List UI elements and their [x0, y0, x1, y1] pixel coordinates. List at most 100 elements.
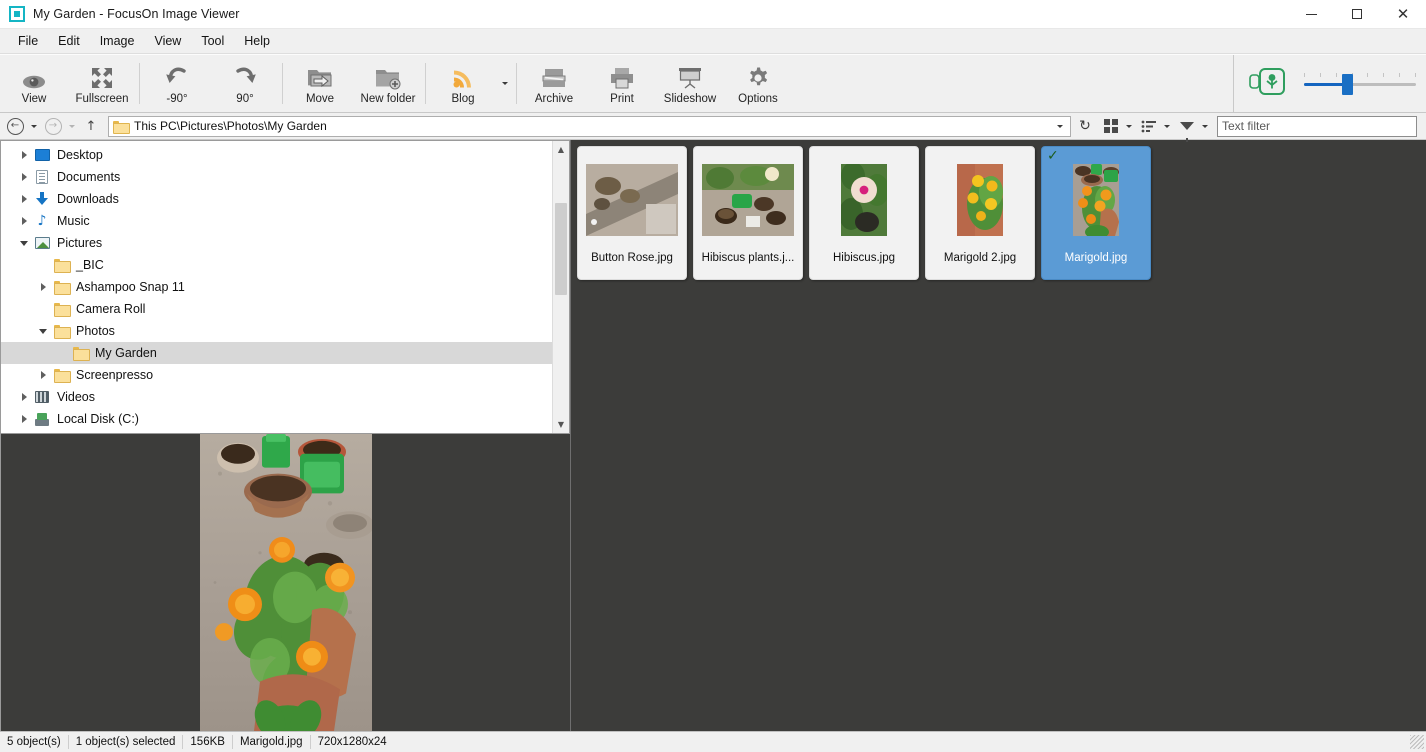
toolbar-separator-4 [516, 63, 517, 104]
print-button[interactable]: Print [588, 55, 656, 112]
status-selected-count: 1 object(s) selected [69, 732, 183, 752]
view-mode-dropdown[interactable] [1123, 115, 1135, 137]
folder-icon [52, 367, 70, 383]
tree-item-screenpresso[interactable]: Screenpresso [1, 364, 552, 386]
thumbnail-item[interactable]: ✓ Marigold.jpg [1041, 146, 1151, 280]
tree-item-label: Downloads [57, 192, 119, 206]
filter-button[interactable] [1175, 115, 1199, 138]
funnel-filter-icon [1180, 122, 1194, 130]
sort-dropdown[interactable] [1161, 115, 1173, 137]
tree-scrollbar[interactable]: ▲ ▼ [552, 141, 569, 433]
close-button[interactable]: ✕ [1380, 0, 1426, 29]
sort-button[interactable] [1137, 115, 1161, 138]
refresh-icon: ↻ [1079, 119, 1091, 133]
chevron-right-icon[interactable] [34, 371, 52, 379]
thumbnail-grid[interactable]: Button Rose.jpg Hibiscus plants.j... Hib… [570, 140, 1426, 731]
thumbnail-item[interactable]: Button Rose.jpg [577, 146, 687, 280]
chevron-right-icon[interactable] [15, 173, 33, 181]
tree-item-downloads[interactable]: Downloads [1, 188, 552, 210]
blog-dropdown-button[interactable] [497, 55, 513, 112]
chevron-right-icon[interactable] [15, 195, 33, 203]
tree-item-photos[interactable]: Photos [1, 320, 552, 342]
folder-tree: DesktopDocuments Downloads ♪Music Pictures _… [1, 141, 552, 433]
flower-size-icon[interactable] [1248, 66, 1292, 101]
thumbnail-item[interactable]: Hibiscus plants.j... [693, 146, 803, 280]
tree-item-desktop[interactable]: Desktop [1, 144, 552, 166]
tree-item-ashampoo-snap-11[interactable]: Ashampoo Snap 11 [1, 276, 552, 298]
chevron-down-icon[interactable] [34, 329, 52, 334]
filter-dropdown[interactable] [1199, 115, 1211, 137]
fullscreen-button[interactable]: Fullscreen [68, 55, 136, 112]
window-controls: ✕ [1288, 0, 1426, 29]
menu-help[interactable]: Help [234, 31, 280, 51]
tree-item-camera-roll[interactable]: Camera Roll [1, 298, 552, 320]
rotate-left-button[interactable]: -90° [143, 55, 211, 112]
downloads-icon [33, 191, 51, 207]
path-dropdown-button[interactable] [1052, 125, 1068, 128]
thumbnail-image [586, 154, 678, 246]
new-folder-button[interactable]: New folder [354, 55, 422, 112]
resize-grip[interactable] [1410, 735, 1424, 749]
thumbnail-image [702, 154, 794, 246]
minimize-button[interactable] [1288, 0, 1334, 29]
tree-item-documents[interactable]: Documents [1, 166, 552, 188]
menu-tool[interactable]: Tool [191, 31, 234, 51]
thumbnail-item[interactable]: Marigold 2.jpg [925, 146, 1035, 280]
rss-icon [451, 64, 475, 90]
path-combobox[interactable]: This PC\Pictures\Photos\My Garden [108, 116, 1071, 137]
forward-history-dropdown[interactable] [66, 115, 78, 137]
new-folder-label: New folder [361, 93, 416, 105]
tree-item-label: Screenpresso [76, 368, 153, 382]
chevron-down-icon [502, 82, 508, 85]
tree-item-local-disk-c[interactable]: Local Disk (C:) [1, 408, 552, 430]
thumbnail-label: Hibiscus plants.j... [702, 252, 795, 264]
chevron-right-icon[interactable] [15, 393, 33, 401]
up-button[interactable]: ↑ [80, 115, 102, 137]
grid-view-button[interactable] [1099, 115, 1123, 138]
back-button[interactable]: ← [4, 115, 26, 137]
archive-button[interactable]: Archive [520, 55, 588, 112]
blog-button[interactable]: Blog [429, 55, 497, 112]
tree-item-label: Ashampoo Snap 11 [76, 280, 185, 294]
scroll-up-button[interactable]: ▲ [553, 141, 569, 158]
tree-item-pictures[interactable]: Pictures [1, 232, 552, 254]
archive-icon [541, 64, 567, 90]
filter-control [1175, 115, 1211, 138]
refresh-button[interactable]: ↻ [1073, 115, 1097, 138]
slider-thumb[interactable] [1342, 74, 1353, 95]
thumbnail-item[interactable]: Hibiscus.jpg [809, 146, 919, 280]
view-button[interactable]: View [0, 55, 68, 112]
menu-image[interactable]: Image [90, 31, 145, 51]
scroll-down-button[interactable]: ▼ [553, 416, 569, 433]
menu-file[interactable]: File [8, 31, 48, 51]
status-object-count: 5 object(s) [0, 732, 68, 752]
chevron-down-icon [1202, 125, 1208, 128]
move-button[interactable]: Move [286, 55, 354, 112]
rotate-left-icon [164, 64, 190, 90]
chevron-right-icon[interactable] [15, 415, 33, 423]
menu-edit[interactable]: Edit [48, 31, 90, 51]
back-history-dropdown[interactable] [28, 115, 40, 137]
printer-icon [609, 64, 635, 90]
tree-item-my-garden[interactable]: My Garden [1, 342, 552, 364]
tree-item-videos[interactable]: Videos [1, 386, 552, 408]
forward-button[interactable]: → [42, 115, 64, 137]
chevron-right-icon[interactable] [15, 217, 33, 225]
rotate-right-button[interactable]: 90° [211, 55, 279, 112]
text-filter-input[interactable] [1217, 116, 1417, 137]
slideshow-button[interactable]: Slideshow [656, 55, 724, 112]
tree-item-music[interactable]: ♪Music [1, 210, 552, 232]
music-icon: ♪ [33, 213, 51, 229]
left-column: DesktopDocuments Downloads ♪Music Pictures _… [0, 140, 570, 731]
tree-item-label: Pictures [57, 236, 102, 250]
image-preview-panel[interactable] [0, 434, 570, 731]
options-button[interactable]: Options [724, 55, 792, 112]
chevron-right-icon[interactable] [15, 151, 33, 159]
menu-view[interactable]: View [144, 31, 191, 51]
tree-item-bic[interactable]: _BIC [1, 254, 552, 276]
chevron-down-icon[interactable] [15, 241, 33, 246]
maximize-button[interactable] [1334, 0, 1380, 29]
chevron-right-icon[interactable] [34, 283, 52, 291]
scrollbar-thumb[interactable] [555, 203, 567, 295]
thumbnail-size-slider[interactable] [1304, 73, 1416, 95]
